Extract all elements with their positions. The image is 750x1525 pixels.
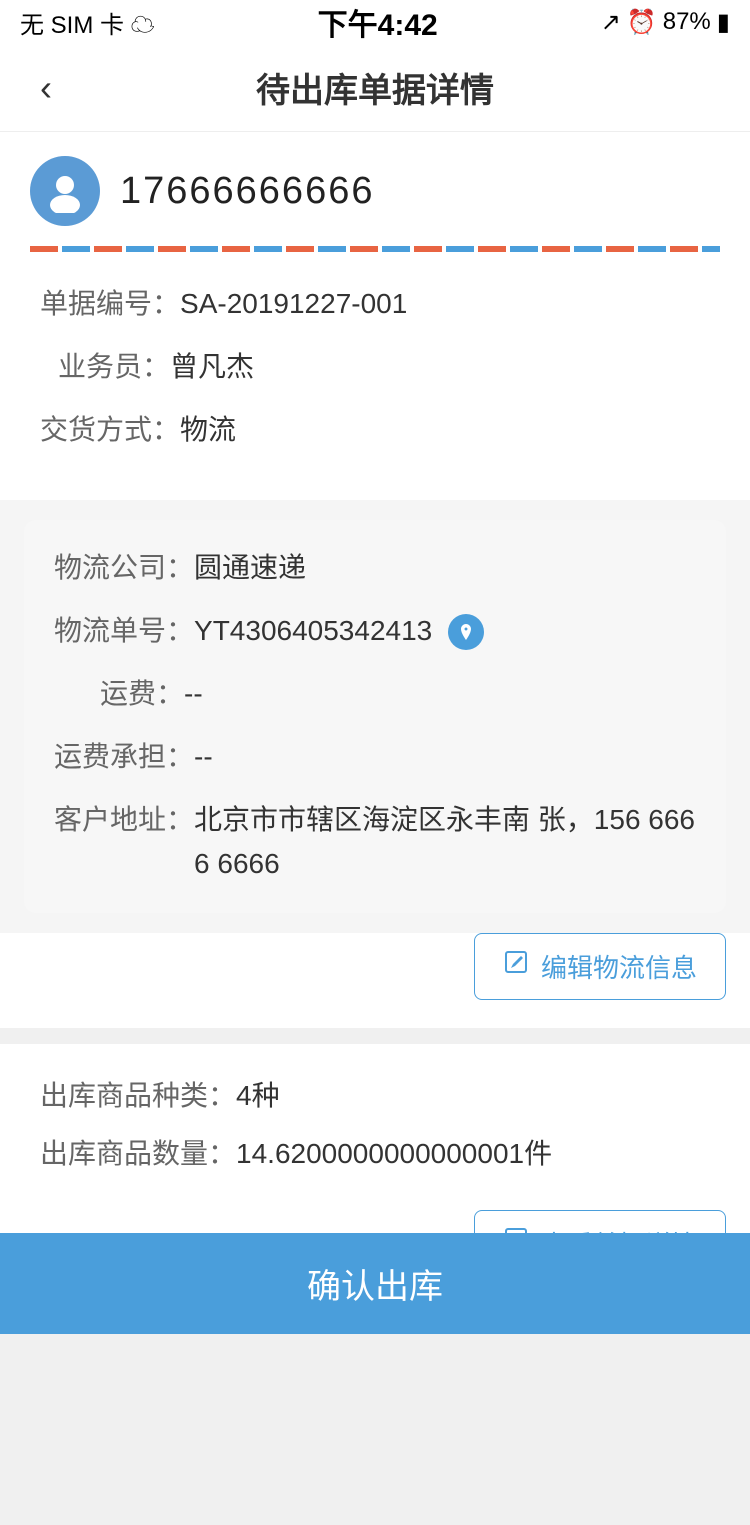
section-divider-1 xyxy=(0,1028,750,1044)
goods-types-value: 4种 xyxy=(236,1074,280,1114)
avatar xyxy=(30,156,100,226)
goods-quantity-value: 14.6200000000000001件 xyxy=(236,1132,552,1172)
goods-quantity-row: 出库商品数量： 14.6200000000000001件 xyxy=(40,1132,710,1172)
sim-signal: 无 SIM 卡 ☁ xyxy=(20,5,155,40)
goods-types-row: 出库商品种类： 4种 xyxy=(40,1074,710,1114)
freight-label: 运费： xyxy=(54,672,184,717)
logistics-company-label: 物流公司： xyxy=(54,546,194,591)
logistics-tracking-label: 物流单号： xyxy=(54,609,194,654)
confirm-btn-wrapper: 确认出库 xyxy=(0,1233,750,1334)
goods-section: 出库商品种类： 4种 出库商品数量： 14.6200000000000001件 xyxy=(0,1044,750,1200)
user-row: 17666666666 xyxy=(30,156,720,246)
sales-person-row: 业务员： 曾凡杰 xyxy=(40,345,710,390)
edit-logistics-button[interactable]: 编辑物流信息 xyxy=(474,933,726,1000)
logistics-company-value: 圆通速递 xyxy=(194,546,696,591)
delivery-method-label: 交货方式： xyxy=(40,408,180,453)
address-row: 客户地址： 北京市市辖区海淀区永丰南 张，156 6666 6666 xyxy=(54,798,696,888)
document-number-row: 单据编号： SA-20191227-001 xyxy=(40,282,710,327)
confirm-outbound-button[interactable]: 确认出库 xyxy=(0,1259,750,1308)
logistics-tracking-row: 物流单号： YT4306405342413 xyxy=(54,609,696,654)
user-section: 17666666666 xyxy=(0,132,750,252)
sales-person-value: 曾凡杰 xyxy=(170,345,710,390)
status-left: 无 SIM 卡 ☁ xyxy=(20,5,155,40)
page-title: 待出库单据详情 xyxy=(256,63,494,112)
alarm-icon: ⏰ xyxy=(627,8,657,37)
back-button[interactable]: ‹ xyxy=(30,57,62,119)
status-bar: 无 SIM 卡 ☁ 下午4:42 ↗ ⏰ 87% ▮ xyxy=(0,0,750,44)
basic-info-section: 单据编号： SA-20191227-001 业务员： 曾凡杰 交货方式： 物流 xyxy=(0,252,750,500)
bottom-empty-area xyxy=(0,1305,750,1525)
edit-logistics-section: 编辑物流信息 xyxy=(0,933,750,1028)
edit-logistics-label: 编辑物流信息 xyxy=(541,948,697,985)
location-status-icon: ↗ xyxy=(601,8,621,37)
address-label: 客户地址： xyxy=(54,798,194,843)
freight-bear-value: -- xyxy=(194,735,696,780)
delivery-method-value: 物流 xyxy=(180,408,710,453)
document-number-label: 单据编号： xyxy=(40,282,180,327)
logistics-tracking-value: YT4306405342413 xyxy=(194,609,696,654)
freight-row: 运费： -- xyxy=(54,672,696,717)
user-icon xyxy=(43,169,87,213)
sales-person-label: 业务员： xyxy=(40,345,170,390)
user-phone: 17666666666 xyxy=(120,170,374,213)
logistics-company-row: 物流公司： 圆通速递 xyxy=(54,546,696,591)
delivery-method-row: 交货方式： 物流 xyxy=(40,408,710,453)
freight-bear-row: 运费承担： -- xyxy=(54,735,696,780)
status-right: ↗ ⏰ 87% ▮ xyxy=(601,8,730,37)
logistics-card: 物流公司： 圆通速递 物流单号： YT4306405342413 运费： -- … xyxy=(24,520,726,913)
status-time: 下午4:42 xyxy=(318,0,438,44)
battery-icon: ▮ xyxy=(717,8,730,37)
location-pin-icon[interactable] xyxy=(448,614,484,650)
goods-quantity-label: 出库商品数量： xyxy=(40,1132,236,1172)
freight-value: -- xyxy=(184,672,696,717)
battery-level: 87% xyxy=(663,8,711,36)
address-value: 北京市市辖区海淀区永丰南 张，156 6666 6666 xyxy=(194,798,696,888)
document-number-value: SA-20191227-001 xyxy=(180,282,710,327)
edit-icon xyxy=(503,949,531,984)
goods-types-label: 出库商品种类： xyxy=(40,1074,236,1114)
freight-bear-label: 运费承担： xyxy=(54,735,194,780)
nav-bar: ‹ 待出库单据详情 xyxy=(0,44,750,132)
